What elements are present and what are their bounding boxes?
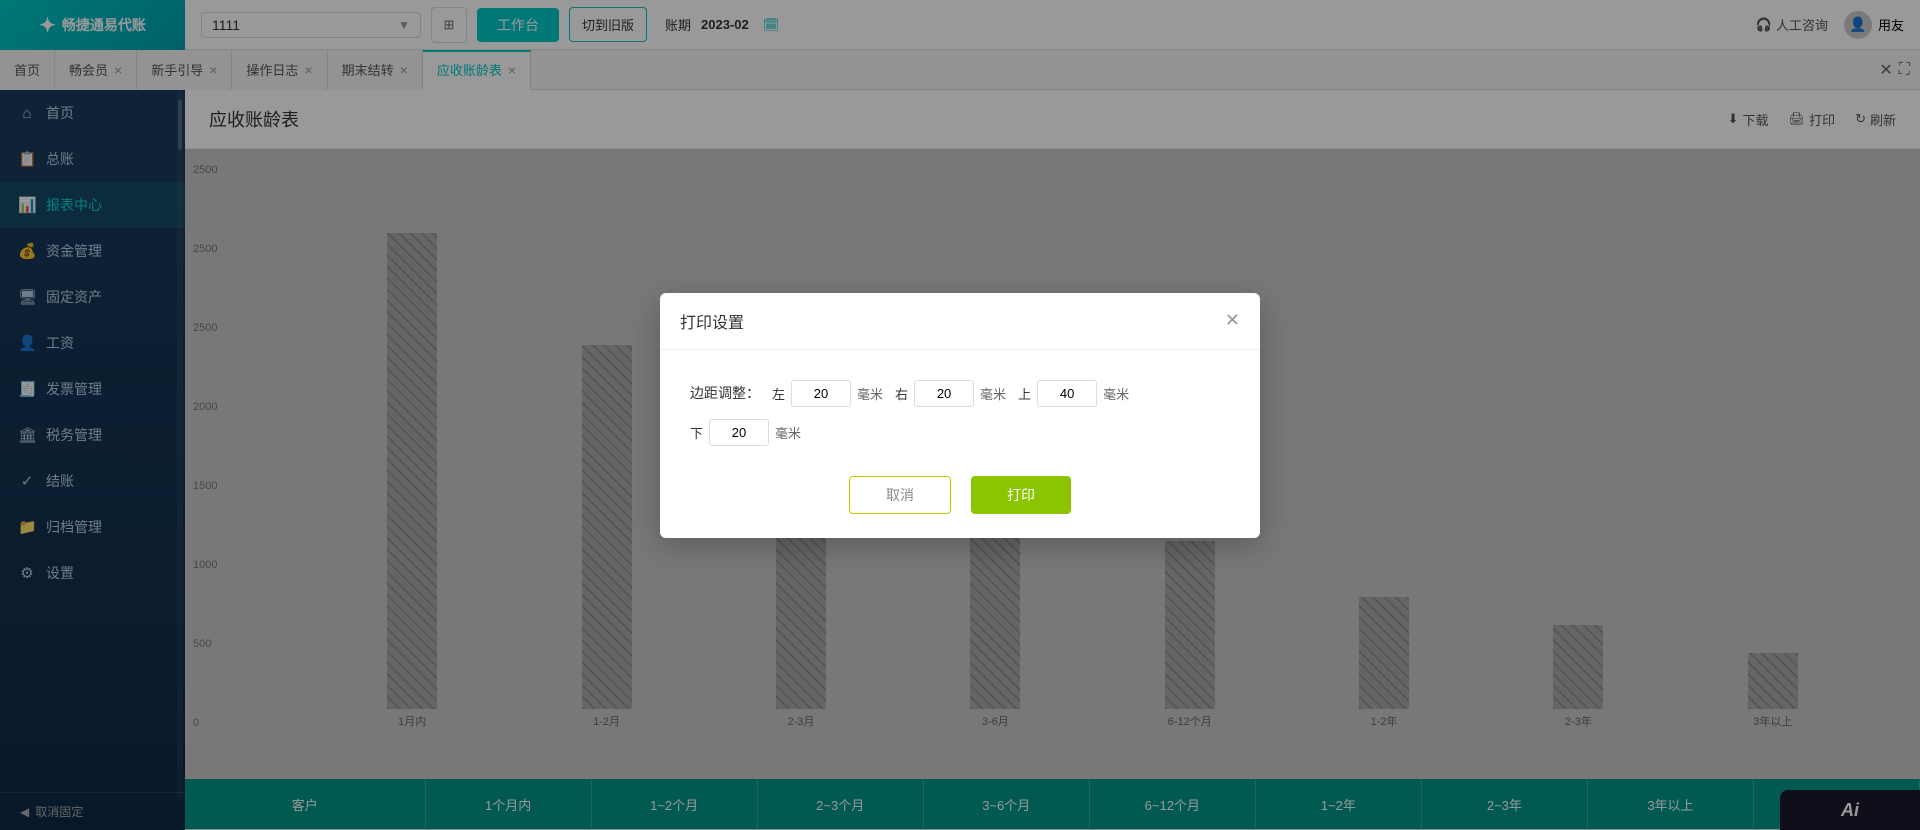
cancel-print-button[interactable]: 取消: [849, 476, 951, 514]
top-margin-unit: 毫米: [1103, 384, 1129, 403]
bottom-margin-input[interactable]: [709, 419, 769, 446]
left-margin-label: 左: [772, 384, 785, 403]
modal-close-button[interactable]: ✕: [1225, 310, 1240, 331]
top-margin-label: 上: [1018, 384, 1031, 403]
left-margin-unit: 毫米: [857, 384, 883, 403]
modal-overlay: 打印设置 ✕ 边距调整： 左 毫米 右 毫米 上 毫米: [0, 0, 1920, 830]
top-margin-input[interactable]: [1037, 380, 1097, 407]
print-settings-dialog: 打印设置 ✕ 边距调整： 左 毫米 右 毫米 上 毫米: [660, 293, 1260, 538]
confirm-print-button[interactable]: 打印: [971, 476, 1071, 514]
right-margin-input[interactable]: [914, 380, 974, 407]
modal-title: 打印设置: [680, 309, 744, 333]
left-margin-input[interactable]: [791, 380, 851, 407]
right-margin-unit: 毫米: [980, 384, 1006, 403]
bottom-margin-unit: 毫米: [775, 423, 801, 442]
bottom-margin-label: 下: [690, 423, 703, 442]
margin-adjust-label: 边距调整：: [690, 383, 760, 403]
right-margin-label: 右: [895, 384, 908, 403]
